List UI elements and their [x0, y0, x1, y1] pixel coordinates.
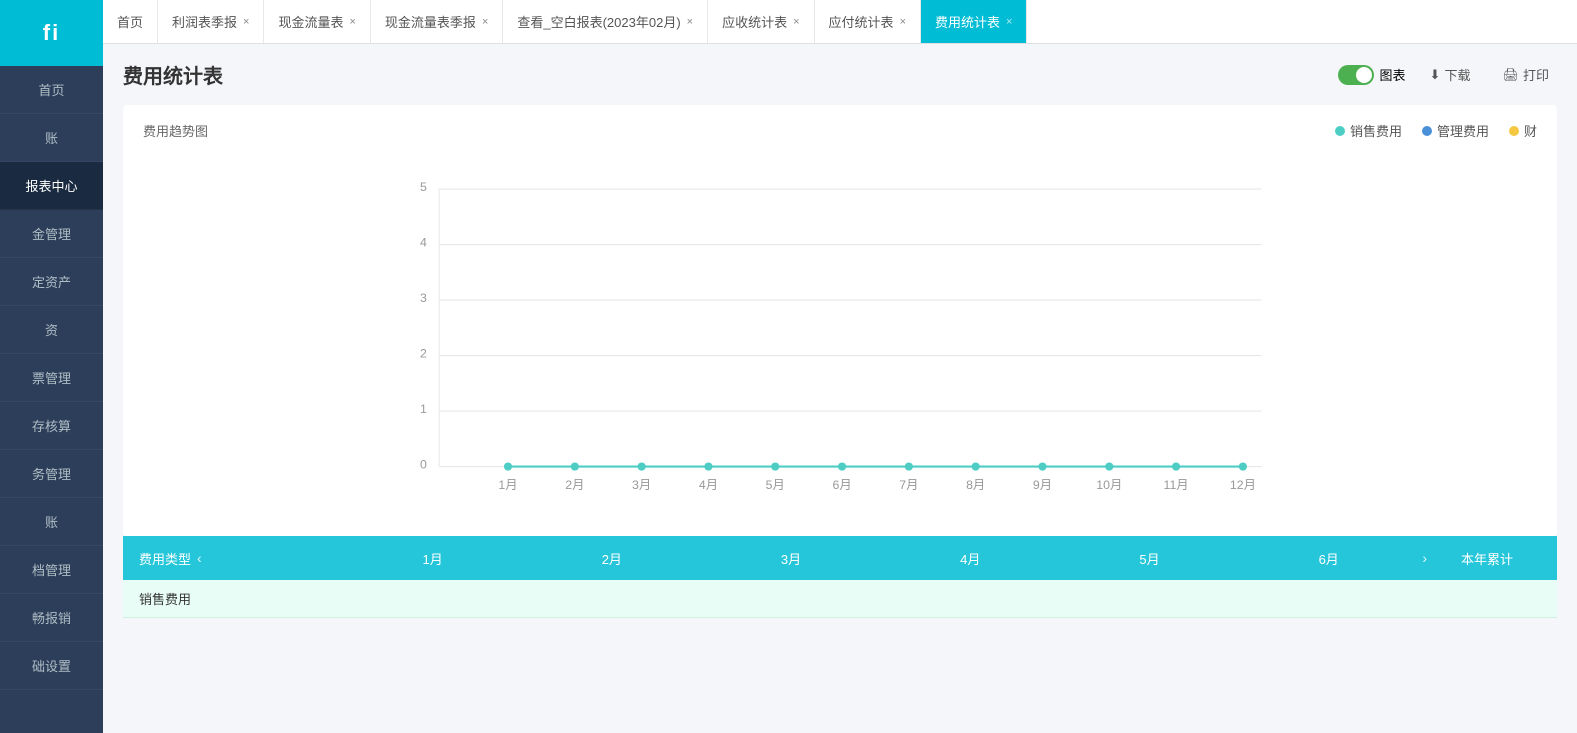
table-row-sales: 销售费用: [123, 580, 1557, 618]
col-month-5: 5月: [1060, 549, 1239, 568]
legend-sales: 销售费用: [1335, 121, 1402, 140]
tab-profit-quarterly[interactable]: 利润表季报 ×: [158, 0, 264, 44]
legend-management: 管理费用: [1422, 121, 1489, 140]
legend-dot-sales: [1335, 126, 1345, 136]
sidebar-item-service[interactable]: 务管理: [0, 450, 103, 498]
sidebar-item-reports[interactable]: 报表中心: [0, 162, 103, 210]
close-tab-cashflow-quarterly[interactable]: ×: [482, 16, 488, 28]
print-button[interactable]: 🖨 打印: [1494, 61, 1557, 88]
legend-finance: 财: [1509, 121, 1537, 140]
sidebar-item-account[interactable]: 账: [0, 114, 103, 162]
download-button[interactable]: ⬇ 下载: [1422, 61, 1479, 88]
legend-label-sales: 销售费用: [1350, 121, 1402, 140]
tab-blank-report[interactable]: 查看_空白报表(2023年02月) ×: [503, 0, 708, 44]
tab-home[interactable]: 首页: [103, 0, 158, 44]
svg-text:11月: 11月: [1164, 478, 1189, 492]
chart-toggle-label: 图表: [1380, 65, 1406, 84]
col-nav-next[interactable]: ›: [1422, 550, 1427, 566]
svg-text:7月: 7月: [899, 478, 918, 492]
svg-text:8月: 8月: [966, 478, 985, 492]
svg-text:6月: 6月: [832, 478, 851, 492]
svg-text:0: 0: [420, 458, 427, 472]
close-tab-profit-quarterly[interactable]: ×: [243, 16, 249, 28]
col-type-header: 费用类型 ‹: [123, 549, 343, 568]
chart-section: 费用趋势图 销售费用 管理费用 财: [123, 105, 1557, 536]
chart-toggle-wrap[interactable]: 图表: [1338, 65, 1406, 85]
sidebar-item-cash[interactable]: 金管理: [0, 210, 103, 258]
close-tab-payable[interactable]: ×: [900, 16, 906, 28]
sidebar-item-inventory[interactable]: 存核算: [0, 402, 103, 450]
sidebar-item-settings[interactable]: 础设置: [0, 642, 103, 690]
col-total-header: 本年累计: [1427, 549, 1557, 568]
chart-title: 费用趋势图: [143, 121, 208, 140]
print-icon: 🖨: [1502, 67, 1519, 83]
svg-text:3: 3: [420, 291, 427, 305]
svg-text:2: 2: [420, 347, 427, 361]
sidebar-item-ledger[interactable]: 账: [0, 498, 103, 546]
row-type-sales: 销售费用: [123, 589, 343, 608]
col-month-3: 3月: [701, 549, 880, 568]
sidebar-item-expense[interactable]: 畅报销: [0, 594, 103, 642]
legend-dot-finance: [1509, 126, 1519, 136]
close-tab-cashflow[interactable]: ×: [349, 16, 355, 28]
svg-text:12月: 12月: [1230, 478, 1256, 492]
sidebar-item-capital[interactable]: 资: [0, 306, 103, 354]
data-table: 费用类型 ‹ 1月 2月 3月 4月 5月 6月 › 本年累计 销售费用: [123, 536, 1557, 618]
sidebar-item-assets[interactable]: 定资产: [0, 258, 103, 306]
col-month-1: 1月: [343, 549, 522, 568]
col-type-label: 费用类型: [139, 549, 191, 568]
svg-text:2月: 2月: [565, 478, 584, 492]
close-tab-blank-report[interactable]: ×: [687, 16, 693, 28]
tab-cashflow[interactable]: 现金流量表 ×: [264, 0, 370, 44]
page-header: 费用统计表 图表 ⬇ 下载 🖨 打印: [123, 60, 1557, 89]
download-icon: ⬇: [1430, 67, 1441, 83]
svg-text:4月: 4月: [699, 478, 718, 492]
main-area: 首页 利润表季报 × 现金流量表 × 现金流量表季报 × 查看_空白报表(202…: [103, 0, 1577, 733]
svg-text:10月: 10月: [1096, 478, 1122, 492]
col-month-6: 6月: [1239, 549, 1418, 568]
legend-label-finance: 财: [1524, 121, 1537, 140]
legend-dot-management: [1422, 126, 1432, 136]
tab-bar: 首页 利润表季报 × 现金流量表 × 现金流量表季报 × 查看_空白报表(202…: [103, 0, 1577, 44]
legend-label-management: 管理费用: [1437, 121, 1489, 140]
svg-text:5: 5: [420, 180, 427, 194]
close-tab-expense-stats[interactable]: ×: [1006, 16, 1012, 28]
col-month-2: 2月: [522, 549, 701, 568]
close-tab-receivable[interactable]: ×: [793, 16, 799, 28]
download-label: 下载: [1444, 65, 1470, 84]
content-area: 费用统计表 图表 ⬇ 下载 🖨 打印 费用趋势图: [103, 44, 1577, 733]
tab-receivable[interactable]: 应收统计表 ×: [708, 0, 814, 44]
tab-expense-stats[interactable]: 费用统计表 ×: [921, 0, 1027, 44]
chart-svg: 0 1 2 3 4 5 1月 2月: [143, 150, 1537, 520]
col-month-4: 4月: [881, 549, 1060, 568]
table-header: 费用类型 ‹ 1月 2月 3月 4月 5月 6月 › 本年累计: [123, 536, 1557, 580]
svg-text:9月: 9月: [1033, 478, 1052, 492]
svg-text:5月: 5月: [766, 478, 785, 492]
tab-cashflow-quarterly[interactable]: 现金流量表季报 ×: [371, 0, 503, 44]
sidebar-item-home[interactable]: 首页: [0, 66, 103, 114]
sidebar-logo: fi: [0, 0, 103, 66]
sidebar-item-archive[interactable]: 档管理: [0, 546, 103, 594]
svg-text:4: 4: [420, 236, 427, 250]
chart-legend: 销售费用 管理费用 财: [1335, 121, 1537, 140]
page-title: 费用统计表: [123, 60, 223, 89]
col-nav-prev[interactable]: ‹: [197, 550, 202, 566]
header-actions: 图表 ⬇ 下载 🖨 打印: [1338, 61, 1557, 88]
tab-payable[interactable]: 应付统计表 ×: [815, 0, 921, 44]
svg-text:1: 1: [420, 402, 427, 416]
chart-header: 费用趋势图 销售费用 管理费用 财: [143, 121, 1537, 140]
print-label: 打印: [1523, 65, 1549, 84]
chart-toggle[interactable]: [1338, 65, 1374, 85]
svg-text:3月: 3月: [632, 478, 651, 492]
sidebar: fi 首页 账 报表中心 金管理 定资产 资 票管理 存核算 务管理 账 档管理…: [0, 0, 103, 733]
chart-container: 0 1 2 3 4 5 1月 2月: [143, 150, 1537, 520]
svg-text:1月: 1月: [498, 478, 517, 492]
sidebar-item-invoice[interactable]: 票管理: [0, 354, 103, 402]
